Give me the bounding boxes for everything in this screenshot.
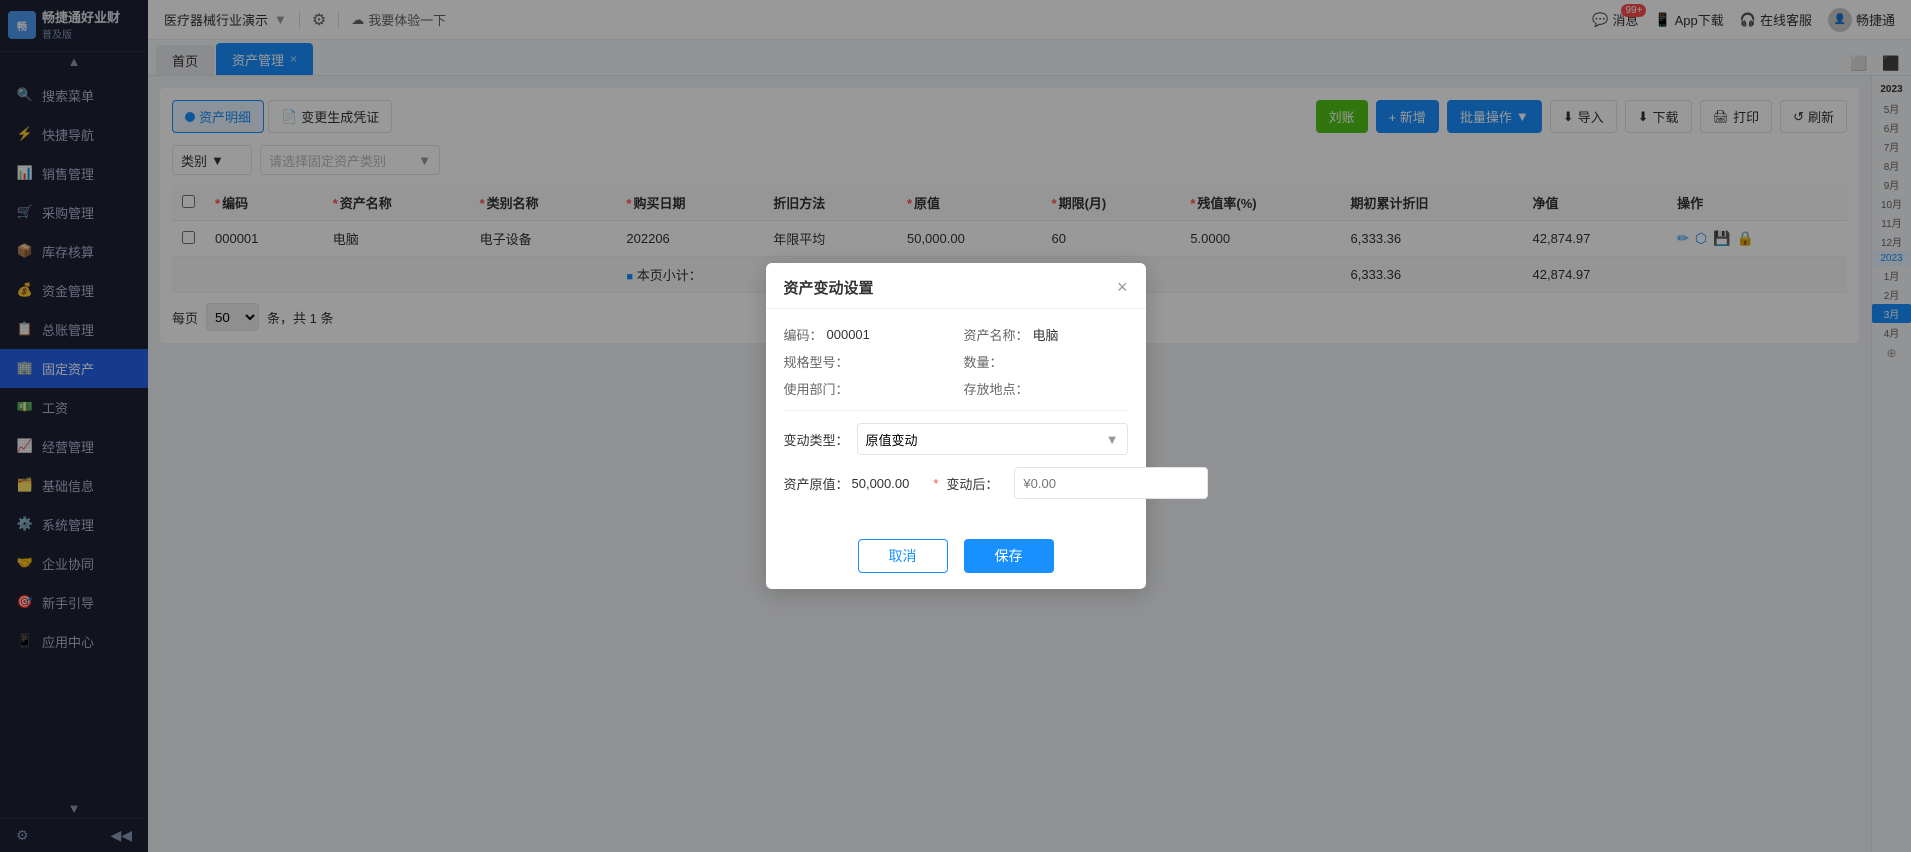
modal-body: 编码： 000001 资产名称： 电脑 规格型号： 数量： 使用部门：: [766, 309, 1146, 527]
info-code: 编码： 000001: [784, 325, 948, 344]
modal-divider: [784, 410, 1128, 411]
modal-info-grid: 编码： 000001 资产名称： 电脑 规格型号： 数量： 使用部门：: [784, 325, 1128, 398]
info-name: 资产名称： 电脑: [964, 325, 1128, 344]
info-dept: 使用部门：: [784, 379, 948, 398]
change-type-value: 原值变动: [866, 430, 918, 449]
value-row: 资产原值： 50,000.00 * 变动后：: [784, 467, 1128, 499]
modal-header: 资产变动设置 ×: [766, 263, 1146, 309]
modal-title: 资产变动设置: [784, 277, 874, 298]
save-button[interactable]: 保存: [964, 539, 1054, 573]
info-quantity: 数量：: [964, 352, 1128, 371]
asset-change-modal: 资产变动设置 × 编码： 000001 资产名称： 电脑 规格型号： 数: [766, 263, 1146, 589]
change-type-select[interactable]: 原值变动 ▼: [857, 423, 1128, 455]
spec-label: 规格型号：: [784, 352, 849, 371]
location-label: 存放地点：: [964, 379, 1029, 398]
info-location: 存放地点：: [964, 379, 1128, 398]
name-label: 资产名称：: [964, 325, 1029, 344]
code-value: 000001: [827, 327, 870, 342]
save-label: 保存: [995, 546, 1023, 566]
modal-overlay[interactable]: 资产变动设置 × 编码： 000001 资产名称： 电脑 规格型号： 数: [0, 0, 1911, 852]
after-change-input[interactable]: [1014, 467, 1208, 499]
change-type-row: 变动类型： 原值变动 ▼: [784, 423, 1128, 455]
cancel-label: 取消: [889, 546, 917, 566]
change-type-dropdown-icon: ▼: [1106, 432, 1119, 447]
original-value-display: 50,000.00: [852, 476, 910, 491]
after-change-label: 变动后：: [946, 474, 1006, 493]
original-value-label: 资产原值：: [784, 474, 844, 493]
modal-close-icon[interactable]: ×: [1117, 277, 1128, 298]
required-star: *: [933, 476, 938, 491]
modal-footer: 取消 保存: [766, 527, 1146, 589]
name-value: 电脑: [1033, 325, 1059, 344]
change-type-label: 变动类型：: [784, 430, 849, 449]
code-label: 编码：: [784, 325, 823, 344]
quantity-label: 数量：: [964, 352, 1003, 371]
dept-label: 使用部门：: [784, 379, 849, 398]
info-spec: 规格型号：: [784, 352, 948, 371]
cancel-button[interactable]: 取消: [858, 539, 948, 573]
